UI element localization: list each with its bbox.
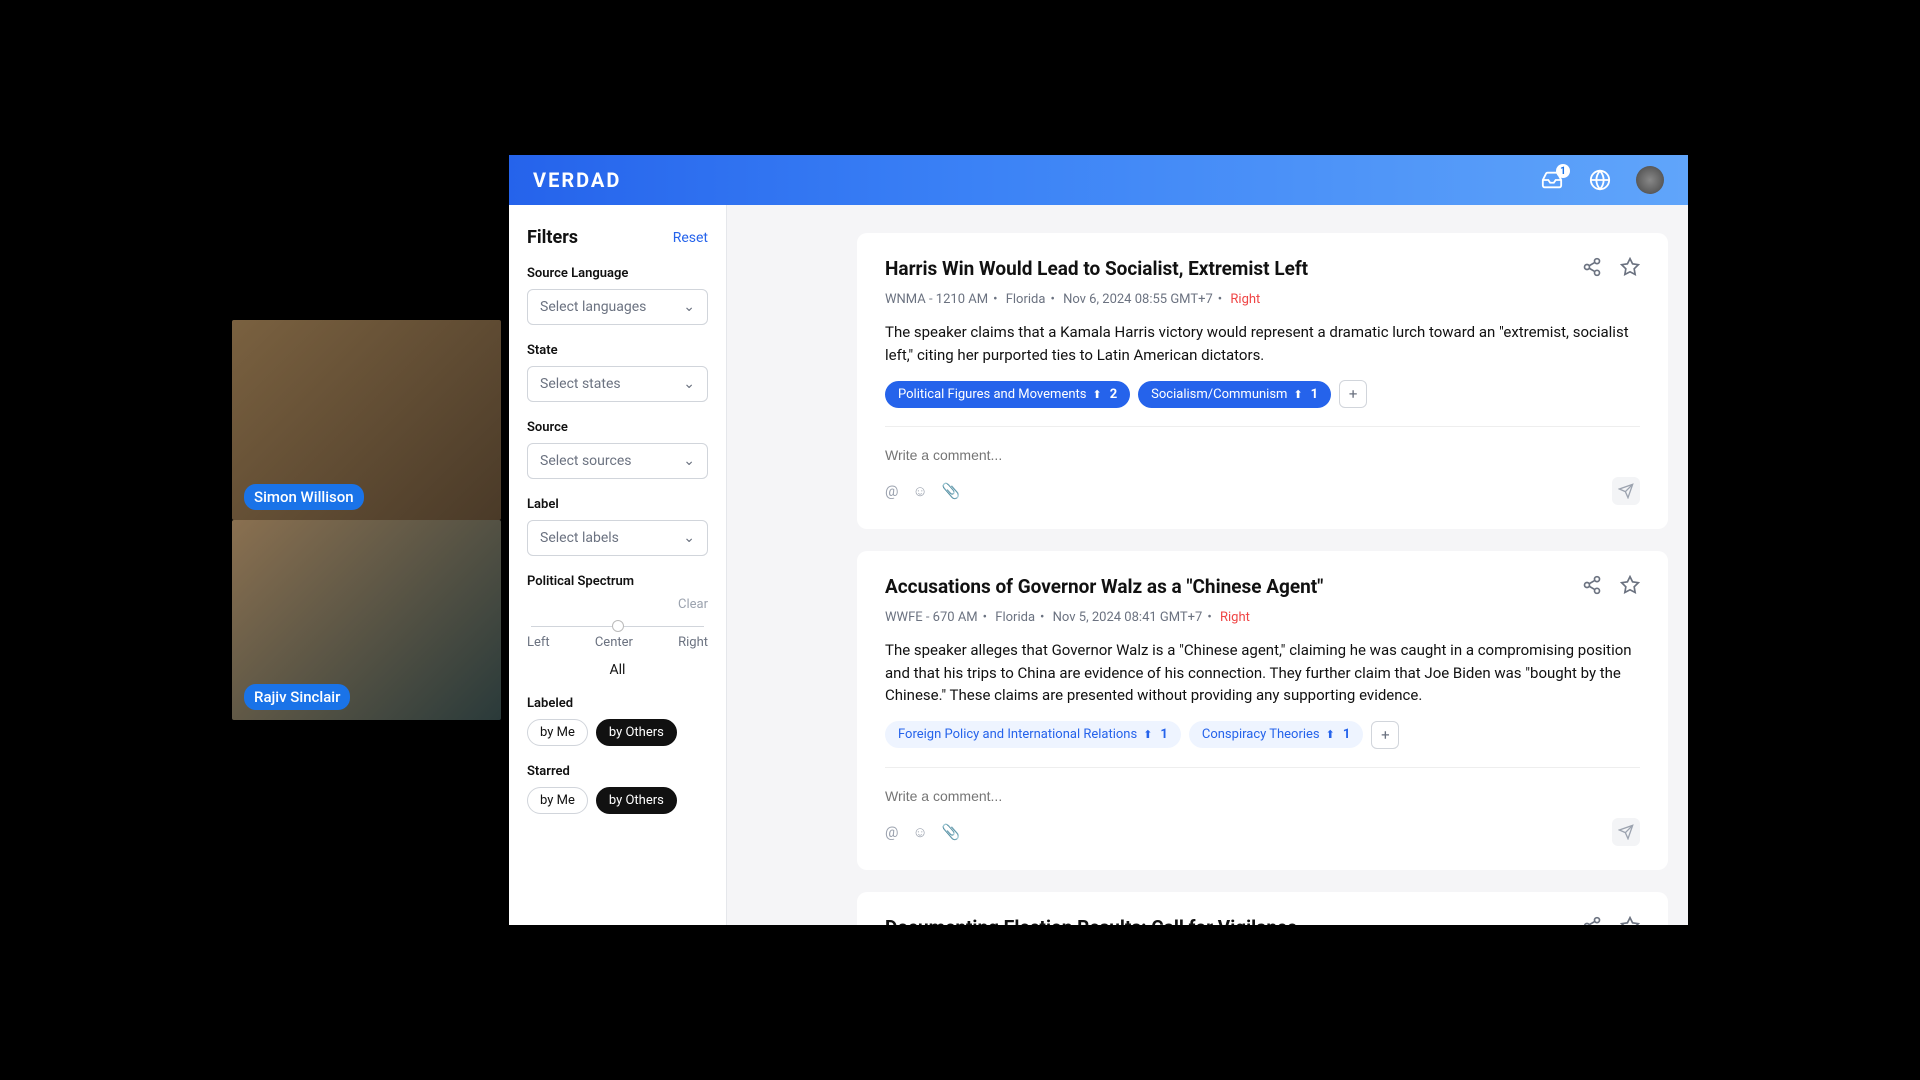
add-tag-button[interactable]: + (1339, 380, 1367, 408)
upvote-icon: ⬆ (1143, 728, 1152, 741)
filter-label-label: Label (527, 497, 708, 512)
topbar: VERDAD 1 (509, 155, 1688, 205)
filter-label-source: Source (527, 420, 708, 435)
state-select[interactable]: Select states ⌄ (527, 366, 708, 402)
send-button[interactable] (1612, 477, 1640, 505)
date: Nov 6, 2024 08:55 GMT+7 (1063, 292, 1213, 307)
source-select[interactable]: Select sources ⌄ (527, 443, 708, 479)
emoji-icon[interactable]: ☺ (912, 482, 927, 500)
reset-button[interactable]: Reset (673, 230, 708, 246)
language-select[interactable]: Select languages ⌄ (527, 289, 708, 325)
card-body: The speaker claims that a Kamala Harris … (885, 321, 1640, 366)
political-lean: Right (1220, 610, 1250, 625)
result-card: Harris Win Would Lead to Socialist, Extr… (857, 233, 1668, 529)
globe-icon[interactable] (1588, 168, 1612, 192)
clear-spectrum-button[interactable]: Clear (527, 597, 708, 612)
topic-tag[interactable]: Political Figures and Movements ⬆ 2 (885, 381, 1130, 408)
filter-label-state: State (527, 343, 708, 358)
upvote-icon: ⬆ (1092, 388, 1101, 401)
chevron-down-icon: ⌄ (683, 376, 695, 392)
video-tile-1[interactable]: Simon Willison (232, 320, 501, 520)
user-avatar[interactable] (1636, 166, 1664, 194)
chevron-down-icon: ⌄ (683, 530, 695, 546)
chevron-down-icon: ⌄ (683, 299, 695, 315)
share-icon[interactable] (1582, 916, 1602, 926)
upvote-icon: ⬆ (1293, 388, 1302, 401)
station: WWFE - 670 AM (885, 610, 978, 625)
card-title[interactable]: Documenting Election Results: Call for V… (885, 916, 1582, 926)
slider-thumb[interactable] (612, 620, 624, 632)
date: Nov 5, 2024 08:41 GMT+7 (1053, 610, 1203, 625)
political-lean: Right (1230, 292, 1260, 307)
attach-icon[interactable]: 📎 (942, 823, 961, 841)
filter-label-language: Source Language (527, 266, 708, 281)
filter-label-labeled: Labeled (527, 696, 708, 711)
share-icon[interactable] (1582, 575, 1602, 595)
topic-tag[interactable]: Foreign Policy and International Relatio… (885, 721, 1181, 748)
result-card: Documenting Election Results: Call for V… (857, 892, 1668, 926)
tag-count: 2 (1110, 387, 1117, 402)
spectrum-all-label: All (527, 662, 708, 678)
card-title[interactable]: Accusations of Governor Walz as a "Chine… (885, 575, 1582, 598)
star-icon[interactable] (1620, 916, 1640, 926)
comment-input[interactable] (885, 441, 1640, 469)
slider-tick-center: Center (595, 635, 633, 650)
star-icon[interactable] (1620, 257, 1640, 277)
filters-sidebar: Filters Reset Source Language Select lan… (509, 205, 727, 925)
mention-icon[interactable]: @ (885, 823, 898, 841)
emoji-icon[interactable]: ☺ (912, 823, 927, 841)
comment-box: @ ☺ 📎 (885, 767, 1640, 846)
starred-by-others-pill[interactable]: by Others (596, 787, 677, 814)
card-body: The speaker alleges that Governor Walz i… (885, 639, 1640, 707)
starred-by-me-pill[interactable]: by Me (527, 787, 588, 814)
labeled-by-others-pill[interactable]: by Others (596, 719, 677, 746)
result-list: Harris Win Would Lead to Socialist, Extr… (727, 205, 1688, 925)
share-icon[interactable] (1582, 257, 1602, 277)
card-meta: WWFE - 670 AM• Florida• Nov 5, 2024 08:4… (885, 610, 1640, 625)
tag-count: 1 (1343, 727, 1350, 742)
filter-label-starred: Starred (527, 764, 708, 779)
inbox-icon[interactable]: 1 (1540, 168, 1564, 192)
video-tile-2[interactable]: Rajiv Sinclair (232, 520, 501, 720)
mention-icon[interactable]: @ (885, 482, 898, 500)
participant-name: Simon Willison (244, 484, 364, 510)
send-button[interactable] (1612, 818, 1640, 846)
slider-tick-right: Right (678, 635, 708, 650)
location: Florida (995, 610, 1035, 625)
result-card: Accusations of Governor Walz as a "Chine… (857, 551, 1668, 870)
labeled-by-me-pill[interactable]: by Me (527, 719, 588, 746)
tag-count: 1 (1311, 387, 1318, 402)
comment-input[interactable] (885, 782, 1640, 810)
label-select[interactable]: Select labels ⌄ (527, 520, 708, 556)
attach-icon[interactable]: 📎 (942, 482, 961, 500)
comment-box: @ ☺ 📎 (885, 426, 1640, 505)
topic-tag[interactable]: Socialism/Communism ⬆ 1 (1138, 381, 1331, 408)
tag-count: 1 (1160, 727, 1167, 742)
topic-tag[interactable]: Conspiracy Theories ⬆ 1 (1189, 721, 1363, 748)
brand-logo[interactable]: VERDAD (533, 168, 621, 192)
filter-label-spectrum: Political Spectrum (527, 574, 708, 589)
station: WNMA - 1210 AM (885, 292, 988, 307)
upvote-icon: ⬆ (1326, 728, 1335, 741)
participant-name: Rajiv Sinclair (244, 684, 350, 710)
spectrum-slider[interactable] (531, 626, 704, 627)
card-meta: WNMA - 1210 AM• Florida• Nov 6, 2024 08:… (885, 292, 1640, 307)
card-title[interactable]: Harris Win Would Lead to Socialist, Extr… (885, 257, 1582, 280)
star-icon[interactable] (1620, 575, 1640, 595)
filters-title: Filters (527, 227, 578, 248)
app-window: VERDAD 1 Filters Reset Source Lan (509, 155, 1688, 925)
chevron-down-icon: ⌄ (683, 453, 695, 469)
add-tag-button[interactable]: + (1371, 721, 1399, 749)
slider-tick-left: Left (527, 635, 550, 650)
location: Florida (1006, 292, 1046, 307)
notification-badge: 1 (1556, 164, 1570, 178)
